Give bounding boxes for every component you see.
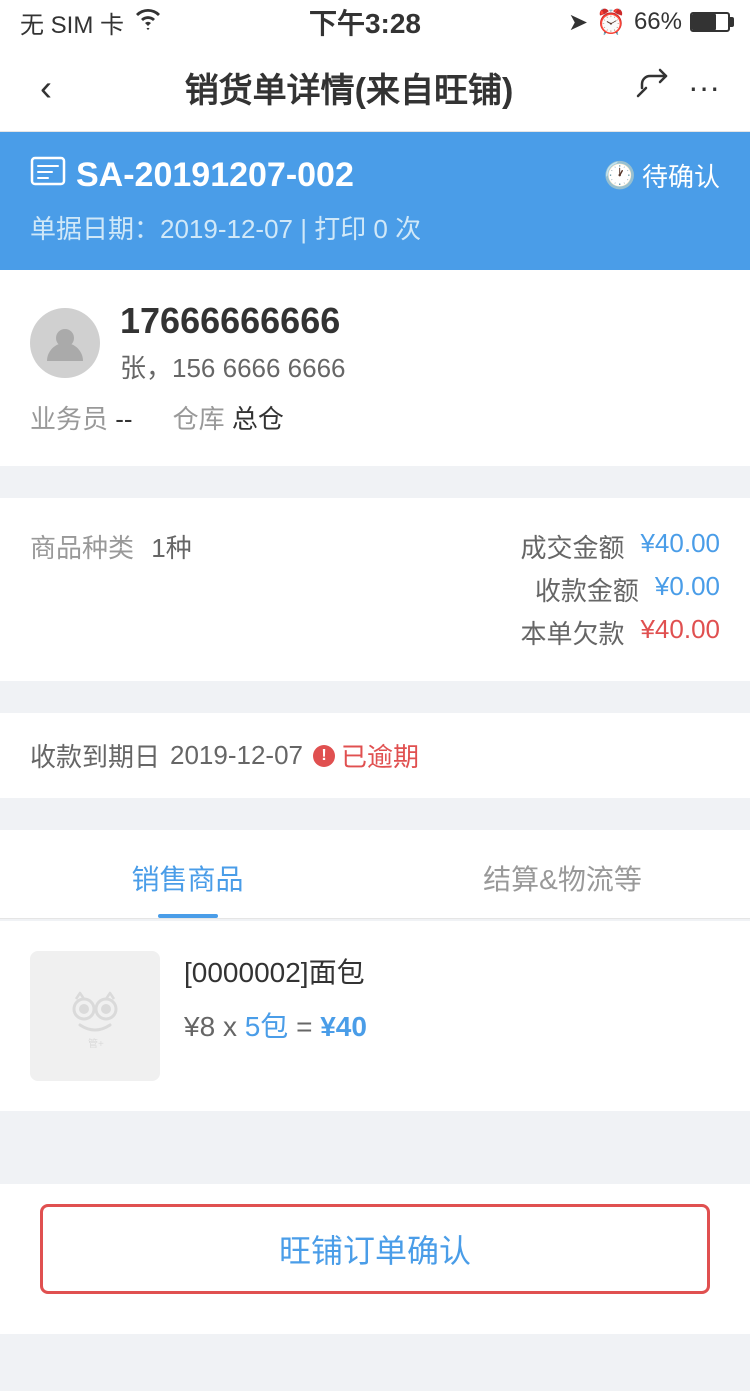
warehouse-value: 总仓: [232, 404, 284, 434]
product-price: ¥8 x 5包 = ¥40: [184, 1005, 720, 1045]
customer-section: 17666666666 张，156 6666 6666 业务员 -- 仓库 总仓: [0, 270, 750, 466]
status-time: 下午3:28: [309, 2, 421, 42]
due-section: 收款到期日 2019-12-07 ! 已逾期: [0, 713, 750, 798]
more-icon[interactable]: ···: [688, 69, 720, 106]
alarm-icon: ⏰: [596, 8, 626, 37]
product-name: [0000002]面包: [184, 951, 720, 991]
product-kinds-value: 1种: [151, 533, 191, 563]
share-icon[interactable]: [636, 68, 668, 108]
order-meta: 单据日期：2019-12-07 | 打印 0 次: [30, 209, 720, 246]
product-image: 管+: [30, 951, 160, 1081]
due-date-value: 2019-12-07: [170, 740, 303, 771]
product-total: ¥40: [320, 1011, 367, 1042]
tab-settlement[interactable]: 结算&物流等: [375, 830, 750, 918]
back-button[interactable]: ‹: [30, 57, 62, 119]
page-title: 销货单详情(来自旺铺): [185, 63, 514, 112]
product-qty: 5包: [245, 1011, 289, 1042]
status-bar: 无 SIM 卡 下午3:28 ➤ ⏰ 66%: [0, 0, 750, 44]
wifi-icon: [134, 8, 162, 37]
stats-left: 商品种类 1种: [30, 528, 192, 565]
due-value: ¥40.00: [640, 614, 720, 651]
status-right: ➤ ⏰ 66%: [568, 8, 730, 37]
order-header: SA-20191207-002 🕐 待确认 单据日期：2019-12-07 | …: [0, 132, 750, 270]
product-section: 管+ [0000002]面包 ¥8 x 5包 = ¥40: [0, 921, 750, 1111]
battery-icon: [690, 12, 730, 32]
warehouse-label: 仓库: [173, 404, 225, 434]
transaction-label: 成交金额: [520, 528, 624, 565]
product-kinds-label: 商品种类: [30, 533, 134, 563]
divider-1: [0, 482, 750, 498]
salesperson-value: --: [115, 404, 132, 434]
nav-actions: ···: [636, 68, 720, 108]
carrier-label: 无 SIM 卡: [20, 5, 124, 40]
customer-phone: 17666666666: [120, 300, 346, 342]
product-info: [0000002]面包 ¥8 x 5包 = ¥40: [184, 951, 720, 1045]
transaction-value: ¥40.00: [640, 528, 720, 565]
stats-section: 商品种类 1种 成交金额 ¥40.00 收款金额 ¥0.00 本单欠款 ¥40.…: [0, 498, 750, 681]
status-clock-icon: 🕐: [604, 160, 636, 191]
overdue-text: 已逾期: [341, 737, 419, 774]
received-label: 收款金额: [535, 571, 639, 608]
due-date-label: 收款到期日: [30, 737, 160, 774]
overdue-badge: ! 已逾期: [313, 737, 419, 774]
salesperson-label: 业务员: [30, 404, 108, 434]
divider-3: [0, 814, 750, 830]
tab-products[interactable]: 销售商品: [0, 830, 375, 918]
tabs-section: 销售商品 结算&物流等: [0, 830, 750, 919]
order-number: SA-20191207-002: [30, 156, 354, 195]
confirm-order-button[interactable]: 旺铺订单确认: [40, 1204, 710, 1294]
multiply-sign: x: [223, 1011, 245, 1042]
battery-percent: 66%: [634, 8, 682, 36]
location-icon: ➤: [568, 8, 588, 37]
confirm-btn-wrapper: 旺铺订单确认: [0, 1184, 750, 1334]
equals-sign: =: [296, 1011, 320, 1042]
received-value: ¥0.00: [655, 571, 720, 608]
avatar: [30, 308, 100, 378]
stats-right: 成交金额 ¥40.00 收款金额 ¥0.00 本单欠款 ¥40.00: [520, 528, 720, 651]
svg-text:管+: 管+: [88, 1037, 104, 1050]
order-status: 🕐 待确认: [604, 157, 720, 194]
nav-bar: ‹ 销货单详情(来自旺铺) ···: [0, 44, 750, 132]
due-label: 本单欠款: [520, 614, 624, 651]
divider-2: [0, 697, 750, 713]
customer-info-row: 业务员 -- 仓库 总仓: [30, 399, 720, 436]
order-icon: [30, 156, 66, 195]
customer-name: 张，156 6666 6666: [120, 348, 346, 385]
status-left: 无 SIM 卡: [20, 5, 162, 40]
overdue-icon: !: [313, 745, 335, 767]
